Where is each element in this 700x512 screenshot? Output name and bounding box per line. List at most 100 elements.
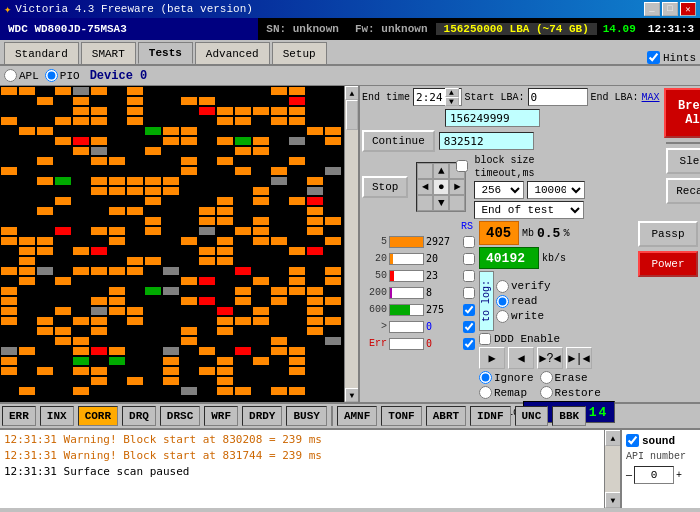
time-down-button[interactable]: ▼ — [445, 97, 459, 106]
arrow-ul[interactable] — [417, 163, 433, 179]
selects-row: 256 10000 — [474, 181, 585, 199]
device-label: Device 0 — [90, 69, 148, 83]
start-lba-input[interactable] — [528, 88, 588, 106]
api-input[interactable] — [634, 466, 674, 484]
arrow-dr[interactable] — [449, 195, 465, 211]
end-button[interactable]: ▶|◀ — [566, 347, 592, 369]
arrows-checkbox[interactable] — [456, 160, 468, 172]
apl-radio-item[interactable]: APL — [4, 69, 39, 82]
timeout-select[interactable]: 10000 — [527, 181, 585, 199]
log-scroll-up[interactable]: ▲ — [605, 430, 621, 446]
passp-button[interactable]: Passp — [638, 221, 698, 247]
err-checkbox-6[interactable] — [463, 338, 475, 350]
remap-option[interactable]: Remap — [479, 386, 534, 399]
scroll-up-button[interactable]: ▲ — [345, 86, 359, 100]
app-title: Victoria 4.3 Freeware (beta version) — [15, 3, 253, 15]
action-radios-row: Ignore Remap Erase — [479, 371, 615, 399]
read-radio[interactable] — [496, 295, 509, 308]
arrow-left[interactable]: ◄ — [417, 179, 433, 195]
tab-smart[interactable]: SMART — [81, 42, 136, 64]
rewind-button[interactable]: ◀ — [508, 347, 534, 369]
arrow-dl[interactable] — [417, 195, 433, 211]
err-row-3: 2008 — [362, 284, 475, 301]
log-area: 12:31:31 Warning! Block start at 830208 … — [0, 428, 700, 508]
arrow-center: ● — [433, 179, 449, 195]
end-lba-row: 156249999 — [362, 109, 660, 127]
play-button[interactable]: ▶ — [479, 347, 505, 369]
apl-pio-group: APL PIO — [4, 69, 80, 82]
status-select[interactable]: End of test — [474, 201, 584, 219]
maximize-button[interactable]: □ — [662, 2, 678, 16]
status-bbk: BBK — [552, 406, 586, 426]
remap-radio[interactable] — [479, 386, 492, 399]
pio-radio-item[interactable]: PIO — [45, 69, 80, 82]
verify-radio[interactable] — [496, 280, 509, 293]
verify-option[interactable]: verify — [496, 280, 551, 293]
minimize-button[interactable]: _ — [644, 2, 660, 16]
ddd-label: DDD Enable — [494, 333, 560, 345]
status-abrt: ABRT — [426, 406, 466, 426]
hints-checkbox[interactable] — [647, 51, 660, 64]
speed-kbs-unit: kb/s — [542, 253, 566, 264]
stop-button[interactable]: Stop — [362, 176, 408, 198]
apl-radio[interactable] — [4, 69, 17, 82]
left-action-radios: Ignore Remap — [479, 371, 534, 399]
err-row-5: >0 — [362, 318, 475, 335]
tab-standard[interactable]: Standard — [4, 42, 79, 64]
ignore-option[interactable]: Ignore — [479, 371, 534, 384]
restore-radio[interactable] — [540, 386, 553, 399]
pio-radio[interactable] — [45, 69, 58, 82]
close-button[interactable]: ✕ — [680, 2, 696, 16]
ddd-row: DDD Enable — [479, 333, 615, 345]
ddd-checkbox[interactable] — [479, 333, 491, 345]
status-corr: CORR — [78, 406, 118, 426]
arrow-down[interactable]: ▼ — [433, 195, 449, 211]
arrow-right[interactable]: ► — [449, 179, 465, 195]
continue-button[interactable]: Continue — [362, 130, 435, 152]
middle-controls-row: RS 52927202050232008600275>0Err0 405 Mb … — [362, 221, 698, 423]
ignore-radio[interactable] — [479, 371, 492, 384]
read-option[interactable]: read — [496, 295, 551, 308]
time-spinners: ▲ ▼ — [445, 88, 459, 106]
sleep-button[interactable]: Sleep — [666, 148, 700, 174]
err-checkbox-4[interactable] — [463, 304, 475, 316]
nav-tabs: Standard SMART Tests Advanced Setup Hint… — [0, 40, 700, 66]
pio-label: PIO — [60, 70, 80, 82]
arrow-up[interactable]: ▲ — [433, 163, 449, 179]
erase-radio[interactable] — [540, 371, 553, 384]
step-button[interactable]: ▶?◀ — [537, 347, 563, 369]
err-checkbox-5[interactable] — [463, 321, 475, 333]
err-checkbox-2[interactable] — [463, 270, 475, 282]
tab-advanced[interactable]: Advanced — [195, 42, 270, 64]
scroll-down-button[interactable]: ▼ — [345, 388, 359, 402]
apl-label: APL — [19, 70, 39, 82]
erase-option[interactable]: Erase — [540, 371, 601, 384]
speed-kbs-row: 40192 kb/s — [479, 247, 615, 269]
scroll-thumb[interactable] — [346, 100, 358, 130]
status-drq: DRQ — [122, 406, 156, 426]
block-size-select[interactable]: 256 — [474, 181, 524, 199]
tab-setup[interactable]: Setup — [272, 42, 327, 64]
err-checkbox-1[interactable] — [463, 253, 475, 265]
write-option[interactable]: write — [496, 310, 551, 323]
sound-checkbox[interactable] — [626, 434, 639, 447]
to-log-label[interactable]: to log: — [479, 271, 494, 331]
write-radio[interactable] — [496, 310, 509, 323]
surface-scrollbar[interactable]: ▲ ▼ — [344, 86, 358, 402]
current-lba-display: 832512 — [439, 132, 534, 150]
drive-sn: SN: unknown — [258, 23, 347, 35]
log-scroll-down[interactable]: ▼ — [605, 492, 621, 508]
sound-label: sound — [642, 435, 675, 447]
direction-arrows: ▲ ◄ ● ► ▼ — [412, 158, 470, 216]
recall-button[interactable]: Recall — [666, 178, 700, 204]
hints-checkbox-area: Hints — [647, 51, 696, 64]
rs-label[interactable]: RS — [362, 221, 475, 232]
restore-option[interactable]: Restore — [540, 386, 601, 399]
side-buttons: Break All Sleep Recall — [664, 88, 700, 204]
err-checkbox-3[interactable] — [463, 287, 475, 299]
power-button[interactable]: Power — [638, 251, 698, 277]
tab-tests[interactable]: Tests — [138, 42, 193, 64]
time-up-button[interactable]: ▲ — [445, 88, 459, 97]
err-checkbox-0[interactable] — [463, 236, 475, 248]
break-all-button[interactable]: Break All — [664, 88, 700, 138]
